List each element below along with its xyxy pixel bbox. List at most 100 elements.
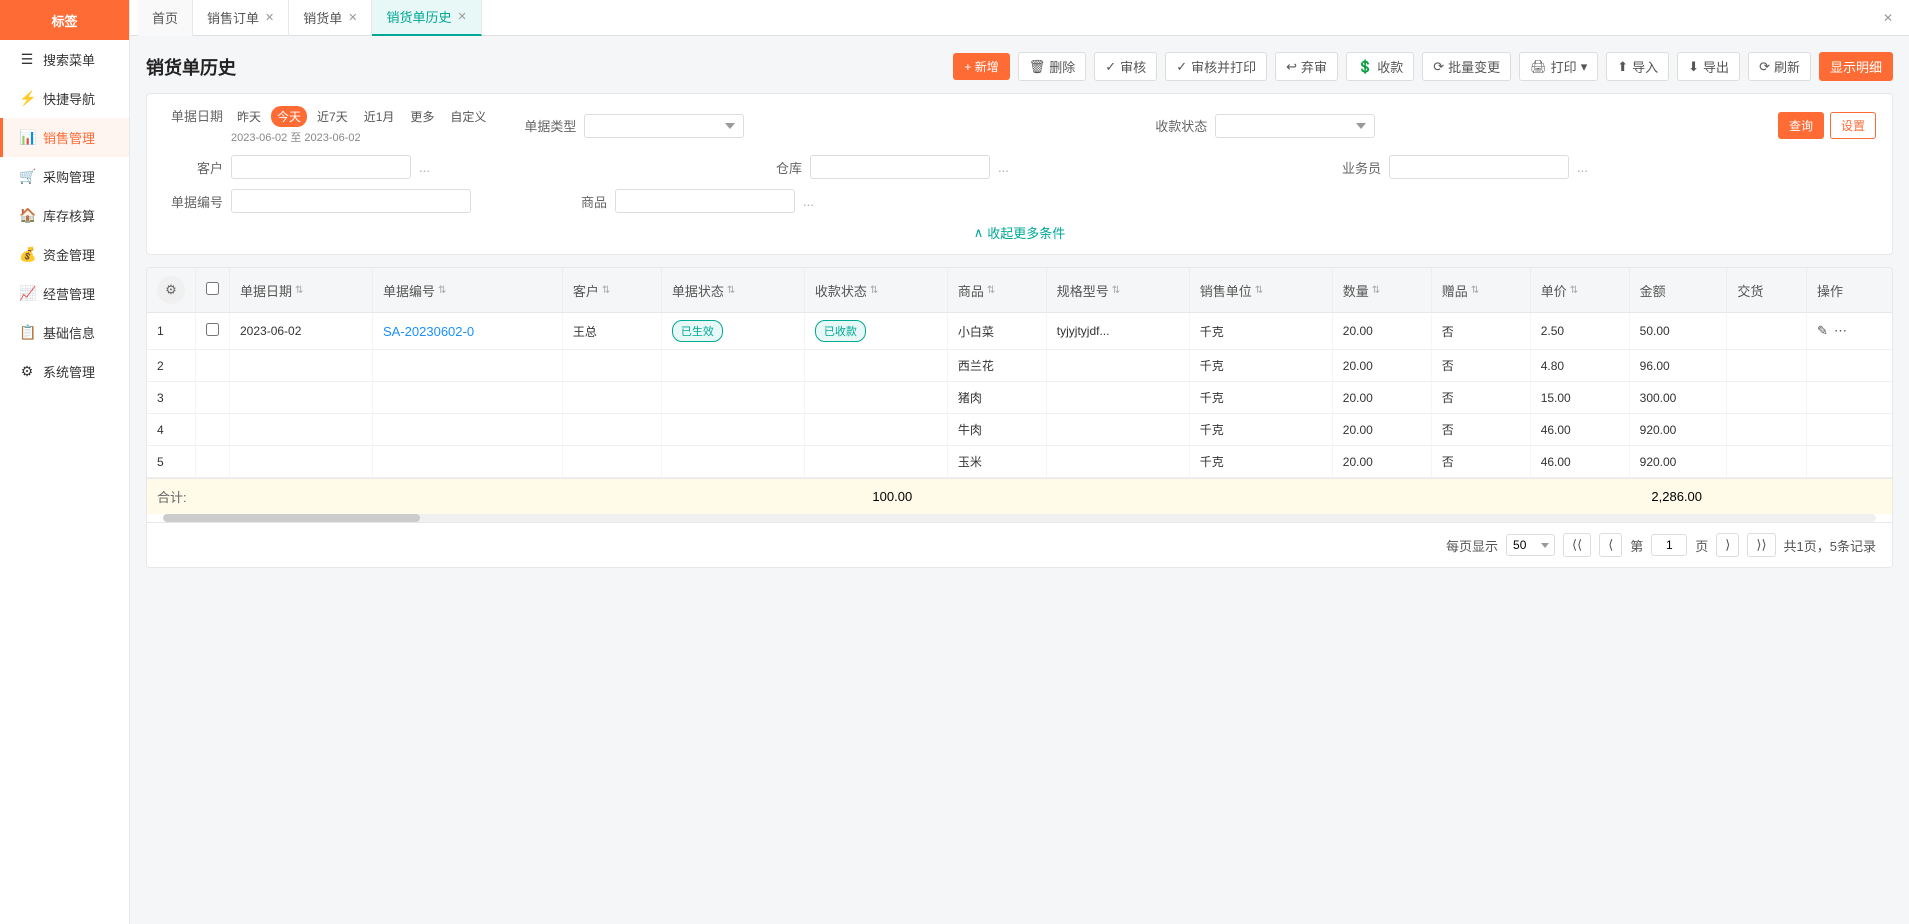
settings-button[interactable]: 设置 bbox=[1830, 112, 1876, 139]
doc-type-label: 单据类型 bbox=[516, 116, 576, 135]
th-gift: 赠品 ⇅ bbox=[1431, 268, 1530, 313]
select-all-checkbox[interactable] bbox=[206, 282, 219, 295]
page-input[interactable] bbox=[1651, 534, 1687, 556]
tab-sales-order[interactable]: 销售订单 ✕ bbox=[193, 0, 289, 36]
cell-no: 1 bbox=[147, 313, 196, 350]
tab-home[interactable]: 首页 bbox=[138, 0, 193, 36]
cell-date bbox=[230, 446, 373, 478]
goods-dots[interactable]: ... bbox=[803, 194, 814, 209]
refresh-button[interactable]: ⟳ 刷新 bbox=[1748, 52, 1811, 81]
cell-no: 4 bbox=[147, 414, 196, 446]
inventory-icon: 🏠 bbox=[19, 207, 35, 224]
audit-print-icon: ✓ bbox=[1176, 59, 1187, 75]
yesterday-btn[interactable]: 昨天 bbox=[231, 106, 267, 127]
th-doc-no: 单据编号 ⇅ bbox=[373, 268, 563, 313]
batch-change-button[interactable]: ⟳ 批量变更 bbox=[1422, 52, 1511, 81]
cell-qty: 20.00 bbox=[1332, 446, 1431, 478]
th-doc-status: 单据状态 ⇅ bbox=[661, 268, 804, 313]
cell-unit: 千克 bbox=[1189, 414, 1332, 446]
new-button[interactable]: + 新增 bbox=[953, 53, 1009, 80]
next-page-button[interactable]: ⟩ bbox=[1716, 533, 1739, 557]
collapse-button[interactable]: ∧ 收起更多条件 bbox=[163, 223, 1876, 242]
close-icon[interactable]: ✕ bbox=[458, 10, 467, 23]
today-btn[interactable]: 今天 bbox=[271, 106, 307, 127]
tab-home-label: 首页 bbox=[152, 8, 178, 27]
sidebar-item-purchase-mgmt[interactable]: 🛒 采购管理 bbox=[0, 157, 129, 196]
th-spec: 规格型号 ⇅ bbox=[1046, 268, 1189, 313]
row-checkbox[interactable] bbox=[206, 323, 219, 336]
last-page-button[interactable]: ⟩⟩ bbox=[1747, 533, 1775, 557]
abandon-button[interactable]: ↩ 弃审 bbox=[1275, 52, 1338, 81]
table-header-row: ⚙ 单据日期 ⇅ 单据编号 bbox=[147, 268, 1892, 313]
collect-button[interactable]: 💲 收款 bbox=[1346, 52, 1414, 81]
customer-dots[interactable]: ... bbox=[419, 160, 430, 175]
table-body: 1 2023-06-02 SA-20230602-0 王总 已生效 已收款 小白… bbox=[147, 313, 1892, 478]
cell-doc-status bbox=[661, 382, 804, 414]
sort-icon: ⇅ bbox=[987, 285, 995, 296]
cell-amount: 96.00 bbox=[1629, 350, 1727, 382]
cell-doc-no bbox=[373, 382, 563, 414]
audit-button[interactable]: ✓ 审核 bbox=[1094, 52, 1157, 81]
cell-qty: 20.00 bbox=[1332, 313, 1431, 350]
import-button[interactable]: ⬆ 导入 bbox=[1606, 52, 1669, 81]
pay-status-select[interactable] bbox=[1215, 114, 1375, 138]
date-range-display: 2023-06-02 至 2023-06-02 bbox=[231, 129, 492, 145]
1month-btn[interactable]: 近1月 bbox=[358, 106, 401, 127]
sidebar-item-sales-mgmt[interactable]: 📊 销售管理 bbox=[0, 118, 129, 157]
close-all-tabs-button[interactable]: ✕ bbox=[1875, 11, 1901, 25]
tab-sales-history[interactable]: 销货单历史 ✕ bbox=[372, 0, 481, 36]
doc-status-badge: 已生效 bbox=[672, 320, 723, 342]
sidebar-item-inventory[interactable]: 🏠 库存核算 bbox=[0, 196, 129, 235]
tab-sales-order-label: 销售订单 bbox=[207, 8, 259, 27]
audit-print-button[interactable]: ✓ 审核并打印 bbox=[1165, 52, 1267, 81]
staff-dots[interactable]: ... bbox=[1577, 160, 1588, 175]
sidebar-item-quick-nav[interactable]: ⚡ 快捷导航 bbox=[0, 79, 129, 118]
sidebar-item-label: 搜索菜单 bbox=[43, 50, 95, 69]
sidebar-item-label: 销售管理 bbox=[43, 128, 95, 147]
cell-doc-status bbox=[661, 350, 804, 382]
sidebar-item-search-menu[interactable]: ☰ 搜索菜单 bbox=[0, 40, 129, 79]
cell-spec bbox=[1046, 414, 1189, 446]
close-icon[interactable]: ✕ bbox=[348, 11, 357, 24]
close-icon[interactable]: ✕ bbox=[265, 11, 274, 24]
doc-no-link[interactable]: SA-20230602-0 bbox=[383, 324, 474, 339]
delete-button[interactable]: 🗑 删除 bbox=[1018, 52, 1087, 81]
warehouse-input[interactable] bbox=[810, 155, 990, 179]
cell-trade bbox=[1727, 446, 1807, 478]
summary-qty: 100.00 bbox=[203, 489, 1582, 504]
table-settings-icon[interactable]: ⚙ bbox=[157, 276, 185, 304]
cell-price: 15.00 bbox=[1530, 382, 1629, 414]
export-button[interactable]: ⬇ 导出 bbox=[1677, 52, 1740, 81]
edit-icon[interactable]: ✎ bbox=[1817, 323, 1828, 339]
tab-sales-delivery[interactable]: 销货单 ✕ bbox=[289, 0, 372, 36]
sidebar-item-sys-mgmt[interactable]: ⚙ 系统管理 bbox=[0, 352, 129, 391]
query-button[interactable]: 查询 bbox=[1778, 112, 1824, 139]
goods-input[interactable] bbox=[615, 189, 795, 213]
pagination-bar: 每页显示 50 100 ⟨⟨ ⟨ 第 页 ⟩ ⟩⟩ 共1页，5条记录 bbox=[147, 522, 1892, 567]
sidebar-item-finance[interactable]: 💰 资金管理 bbox=[0, 235, 129, 274]
prev-page-button[interactable]: ⟨ bbox=[1599, 533, 1622, 557]
page-label2: 页 bbox=[1695, 536, 1708, 555]
print-button[interactable]: 🖨 打印 ▾ bbox=[1519, 52, 1598, 81]
doc-type-select[interactable] bbox=[584, 114, 744, 138]
sidebar-item-ops[interactable]: 📈 经营管理 bbox=[0, 274, 129, 313]
cell-spec bbox=[1046, 382, 1189, 414]
cell-date: 2023-06-02 bbox=[230, 313, 373, 350]
customer-input[interactable] bbox=[231, 155, 411, 179]
sidebar-item-basic-info[interactable]: 📋 基础信息 bbox=[0, 313, 129, 352]
per-page-select[interactable]: 50 100 bbox=[1506, 534, 1555, 556]
cell-unit: 千克 bbox=[1189, 382, 1332, 414]
first-page-button[interactable]: ⟨⟨ bbox=[1563, 533, 1591, 557]
warehouse-dots[interactable]: ... bbox=[998, 160, 1009, 175]
staff-input[interactable] bbox=[1389, 155, 1569, 179]
doc-no-input[interactable] bbox=[231, 189, 471, 213]
custom-btn[interactable]: 自定义 bbox=[444, 106, 492, 127]
more-btn[interactable]: 更多 bbox=[404, 106, 440, 127]
horizontal-scrollbar[interactable] bbox=[163, 514, 1876, 522]
per-page-label: 每页显示 bbox=[1446, 536, 1498, 555]
7days-btn[interactable]: 近7天 bbox=[311, 106, 354, 127]
cell-no: 5 bbox=[147, 446, 196, 478]
more-ops-icon[interactable]: ⋯ bbox=[1834, 323, 1847, 339]
show-detail-button[interactable]: 显示明细 bbox=[1819, 52, 1893, 81]
cell-price: 4.80 bbox=[1530, 350, 1629, 382]
